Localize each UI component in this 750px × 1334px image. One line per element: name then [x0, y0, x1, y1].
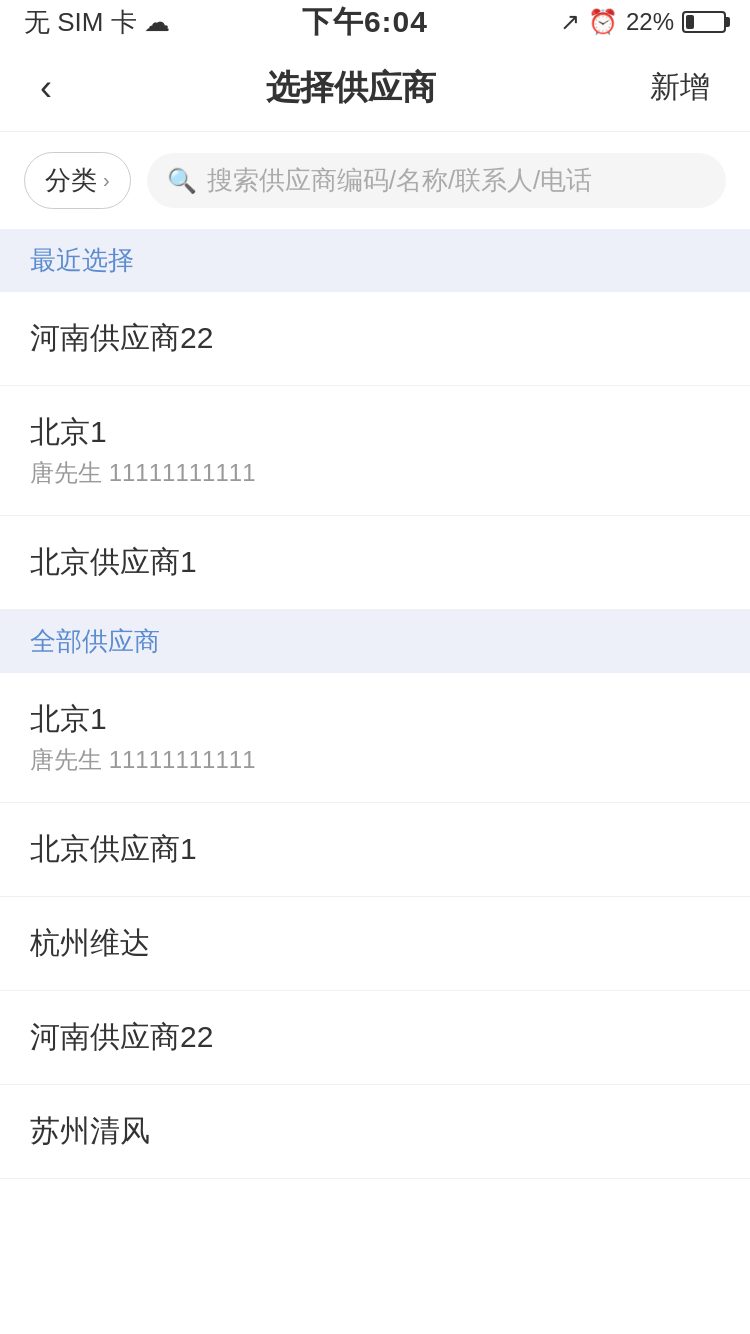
item-name: 北京1 [30, 699, 720, 740]
alarm-icon: ⏰ [588, 8, 618, 36]
list-item[interactable]: 河南供应商22 [0, 292, 750, 386]
status-time: 下午6:04 [302, 2, 428, 43]
category-label: 分类 [45, 163, 97, 198]
item-name: 杭州维达 [30, 923, 720, 964]
item-name: 北京1 [30, 412, 720, 453]
no-sim-label: 无 SIM 卡 ☁ [24, 5, 170, 40]
item-name: 河南供应商22 [30, 318, 720, 359]
item-sub: 唐先生 11111111111 [30, 744, 720, 776]
list-item[interactable]: 河南供应商22 [0, 991, 750, 1085]
filter-bar: 分类 › 🔍 [0, 132, 750, 229]
status-left: 无 SIM 卡 ☁ [24, 5, 170, 40]
list-item[interactable]: 北京供应商1 [0, 803, 750, 897]
all-section-header: 全部供应商 [0, 610, 750, 673]
list-item[interactable]: 北京供应商1 [0, 516, 750, 610]
page-title: 选择供应商 [266, 65, 436, 111]
list-item[interactable]: 北京1 唐先生 11111111111 [0, 386, 750, 516]
list-item[interactable]: 苏州清风 [0, 1085, 750, 1179]
list-item[interactable]: 杭州维达 [0, 897, 750, 991]
back-button[interactable]: ‹ [30, 57, 62, 119]
search-box: 🔍 [147, 153, 726, 208]
battery-icon [682, 11, 726, 33]
recent-section-header: 最近选择 [0, 229, 750, 292]
nav-bar: ‹ 选择供应商 新增 [0, 44, 750, 132]
status-right: ↗ ⏰ 22% [560, 8, 726, 36]
list-item[interactable]: 北京1 唐先生 11111111111 [0, 673, 750, 803]
all-list: 北京1 唐先生 11111111111 北京供应商1 杭州维达 河南供应商22 … [0, 673, 750, 1179]
item-name: 河南供应商22 [30, 1017, 720, 1058]
item-name: 北京供应商1 [30, 829, 720, 870]
search-input[interactable] [207, 165, 706, 196]
chevron-right-icon: › [103, 169, 110, 192]
search-icon: 🔍 [167, 167, 197, 195]
add-button[interactable]: 新增 [640, 57, 720, 118]
location-icon: ↗ [560, 8, 580, 36]
item-sub: 唐先生 11111111111 [30, 457, 720, 489]
battery-fill [686, 15, 694, 29]
recent-list: 河南供应商22 北京1 唐先生 11111111111 北京供应商1 [0, 292, 750, 610]
category-button[interactable]: 分类 › [24, 152, 131, 209]
item-name: 北京供应商1 [30, 542, 720, 583]
status-bar: 无 SIM 卡 ☁ 下午6:04 ↗ ⏰ 22% [0, 0, 750, 44]
all-header-text: 全部供应商 [30, 626, 160, 656]
item-name: 苏州清风 [30, 1111, 720, 1152]
battery-percent: 22% [626, 8, 674, 36]
recent-header-text: 最近选择 [30, 245, 134, 275]
